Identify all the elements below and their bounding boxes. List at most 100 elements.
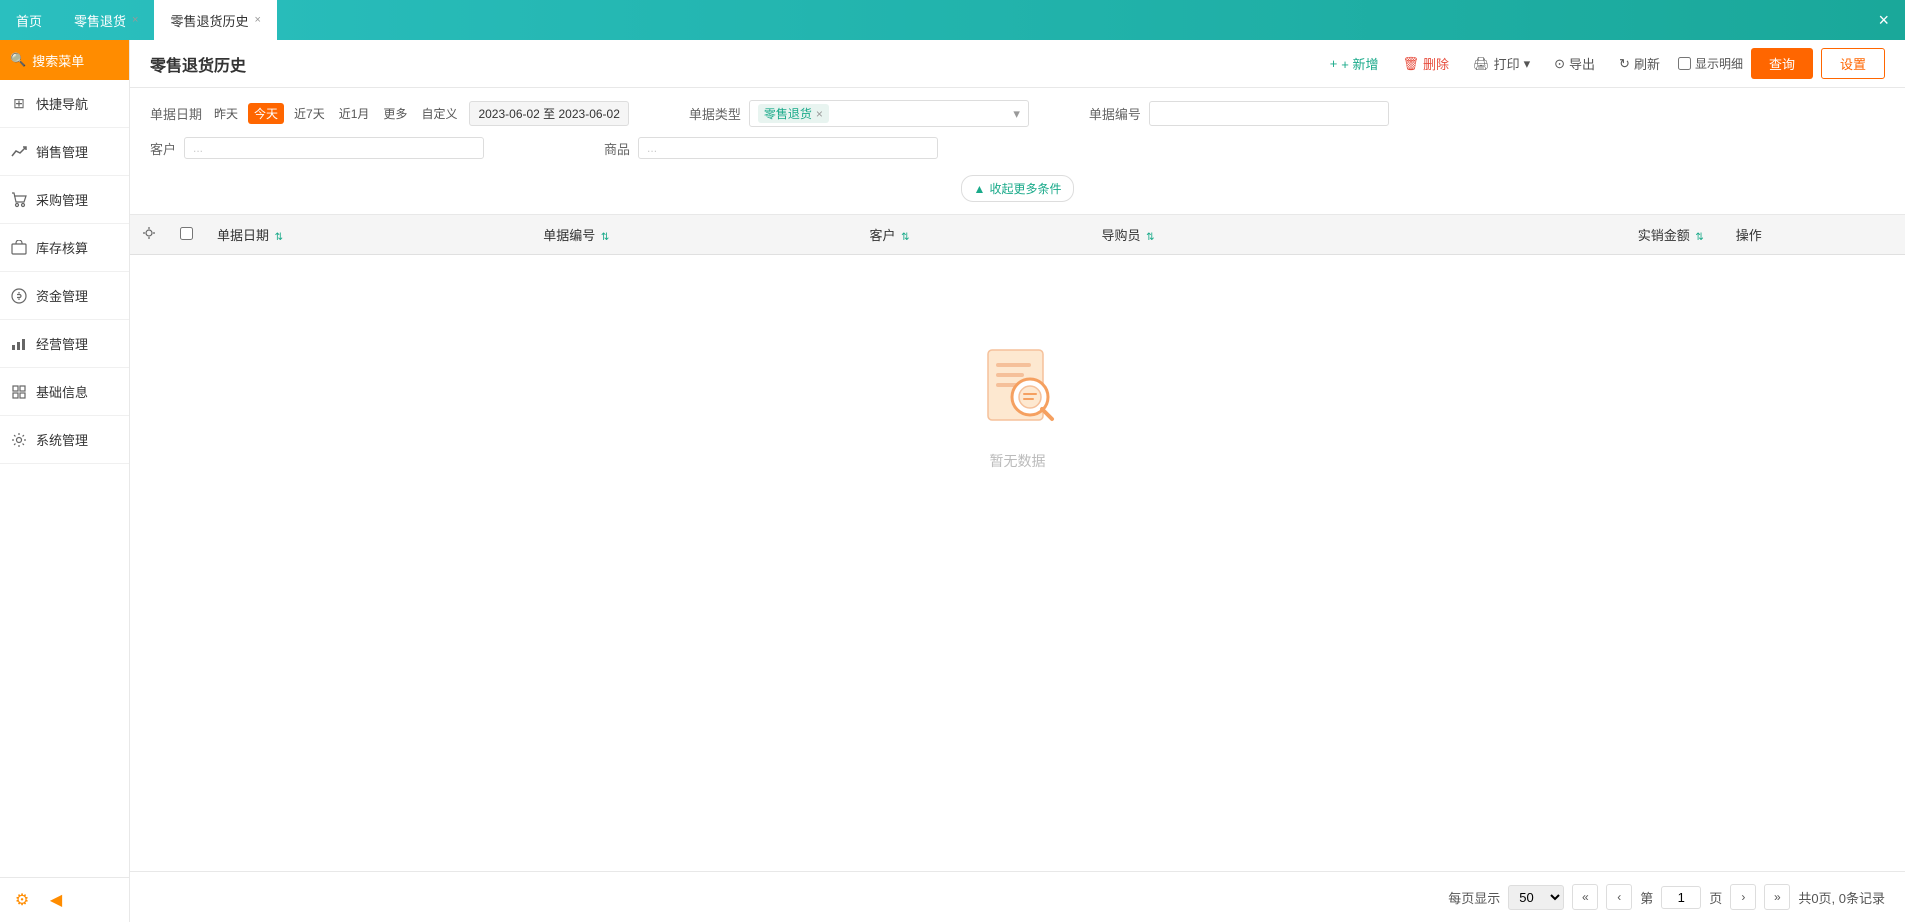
- th-doc-number[interactable]: 单据编号 ⇅: [531, 215, 857, 255]
- purchase-icon: [10, 191, 28, 209]
- delete-button[interactable]: 🗑 删除: [1397, 50, 1456, 77]
- collapse-sidebar-icon[interactable]: ◀: [44, 888, 68, 912]
- th-doc-number-sort: ⇅: [601, 232, 609, 243]
- data-table: 单据日期 ⇅ 单据编号 ⇅ 客户 ⇅: [130, 215, 1905, 255]
- operations-icon: [10, 335, 28, 353]
- sidebar-item-quick-nav[interactable]: ⊞ 快捷导航: [0, 80, 129, 128]
- tab-retail-return-history-label: 零售退货历史: [170, 11, 248, 30]
- doc-type-filter-item: 单据类型 零售退货 × ▾: [689, 100, 1029, 127]
- last-page-button[interactable]: »: [1764, 884, 1790, 910]
- sidebar-search-label: 搜索菜单: [32, 51, 84, 70]
- th-amount[interactable]: 实销金额 ⇅: [1369, 215, 1724, 255]
- refresh-label: 刷新: [1634, 54, 1660, 73]
- doc-type-label: 单据类型: [689, 104, 741, 123]
- pagination-bar: 每页显示 50 100 200 « ‹ 第 页 › » 共0页, 0条记录: [130, 871, 1905, 922]
- table-checkbox-col[interactable]: [168, 215, 205, 255]
- empty-text: 暂无数据: [990, 451, 1046, 471]
- total-label: 共0页, 0条记录: [1798, 888, 1885, 907]
- empty-icon: [968, 335, 1068, 435]
- page-size-label: 每页显示: [1448, 888, 1500, 907]
- sidebar-item-inventory[interactable]: 库存核算: [0, 224, 129, 272]
- collapse-icon: ▲: [974, 182, 986, 196]
- th-customer[interactable]: 客户 ⇅: [857, 215, 1089, 255]
- show-detail-checkbox[interactable]: [1678, 57, 1691, 70]
- next-page-button[interactable]: ›: [1730, 884, 1756, 910]
- customer-select[interactable]: ...: [184, 137, 484, 159]
- tab-retail-return-history[interactable]: 零售退货历史 ×: [154, 0, 276, 40]
- date-opt-yesterday[interactable]: 昨天: [210, 103, 242, 124]
- doc-type-select[interactable]: 零售退货 × ▾: [749, 100, 1029, 127]
- date-range-display[interactable]: 2023-06-02 至 2023-06-02: [469, 101, 628, 126]
- sidebar-item-finance[interactable]: 资金管理: [0, 272, 129, 320]
- add-button[interactable]: + + 新增: [1324, 50, 1385, 77]
- tab-retail-return-history-close[interactable]: ×: [254, 14, 260, 26]
- show-detail-label[interactable]: 显示明细: [1678, 55, 1743, 72]
- date-opt-1month[interactable]: 近1月: [335, 103, 374, 124]
- doc-type-tag-close[interactable]: ×: [816, 107, 823, 121]
- sidebar-item-system-label: 系统管理: [36, 430, 88, 449]
- tab-retail-return[interactable]: 零售退货 ×: [58, 0, 154, 40]
- date-options: 昨天 今天 近7天 近1月 更多 自定义: [210, 103, 461, 124]
- refresh-button[interactable]: ↻ 刷新: [1613, 50, 1666, 77]
- table-settings-col[interactable]: [130, 215, 168, 255]
- sidebar-item-operations[interactable]: 经营管理: [0, 320, 129, 368]
- basic-info-icon: [10, 383, 28, 401]
- delete-icon: 🗑: [1403, 56, 1420, 72]
- settings-button[interactable]: 设置: [1821, 48, 1885, 79]
- settings-bottom-icon[interactable]: ⚙: [10, 888, 34, 912]
- th-date[interactable]: 单据日期 ⇅: [205, 215, 531, 255]
- date-opt-today[interactable]: 今天: [248, 103, 284, 124]
- sidebar-item-finance-label: 资金管理: [36, 286, 88, 305]
- print-button[interactable]: 🖨 打印 ▾: [1467, 50, 1536, 77]
- query-button[interactable]: 查询: [1751, 48, 1813, 79]
- sidebar-item-basic-info-label: 基础信息: [36, 382, 88, 401]
- sidebar-item-inventory-label: 库存核算: [36, 238, 88, 257]
- window-close-button[interactable]: ×: [1862, 10, 1905, 31]
- doc-type-dropdown-arrow: ▾: [1013, 106, 1020, 122]
- collapse-filter-button[interactable]: ▲ 收起更多条件: [961, 175, 1075, 202]
- goods-select[interactable]: ...: [638, 137, 938, 159]
- date-opt-7days[interactable]: 近7天: [290, 103, 329, 124]
- sidebar-item-operations-label: 经营管理: [36, 334, 88, 353]
- sidebar-item-basic-info[interactable]: 基础信息: [0, 368, 129, 416]
- th-guide[interactable]: 导购员 ⇅: [1089, 215, 1368, 255]
- search-icon: 🔍: [10, 52, 26, 68]
- tab-retail-return-close[interactable]: ×: [132, 14, 138, 26]
- doc-number-label: 单据编号: [1089, 104, 1141, 123]
- sidebar-bottom: ⚙ ◀: [0, 877, 129, 922]
- table-settings-icon: [142, 228, 156, 243]
- customer-placeholder: ...: [193, 141, 203, 155]
- select-all-checkbox[interactable]: [180, 227, 193, 240]
- th-amount-label: 实销金额: [1638, 228, 1690, 243]
- goods-label: 商品: [604, 139, 630, 158]
- prev-page-button[interactable]: ‹: [1606, 884, 1632, 910]
- first-page-button[interactable]: «: [1572, 884, 1598, 910]
- toolbar-actions: + + 新增 🗑 删除 🖨 打印 ▾ ⊙ 导出: [1324, 50, 1743, 77]
- sidebar-item-purchase[interactable]: 采购管理: [0, 176, 129, 224]
- add-icon: +: [1330, 56, 1338, 71]
- quick-nav-icon: ⊞: [10, 95, 28, 113]
- sidebar-search[interactable]: 🔍 搜索菜单: [0, 40, 129, 80]
- date-filter-label: 单据日期: [150, 104, 202, 123]
- inventory-icon: [10, 239, 28, 257]
- sidebar-item-sales[interactable]: 销售管理: [0, 128, 129, 176]
- th-doc-number-label: 单据编号: [543, 228, 595, 243]
- sidebar-item-sales-label: 销售管理: [36, 142, 88, 161]
- page-number-input[interactable]: [1661, 886, 1701, 909]
- sidebar-item-system[interactable]: 系统管理: [0, 416, 129, 464]
- page-size-select[interactable]: 50 100 200: [1508, 885, 1564, 910]
- page-jump-label: 第: [1640, 888, 1653, 907]
- doc-type-tag: 零售退货 ×: [758, 104, 829, 123]
- system-icon: [10, 431, 28, 449]
- doc-number-input[interactable]: [1149, 101, 1389, 126]
- export-button[interactable]: ⊙ 导出: [1548, 50, 1601, 77]
- tab-list: 首页 零售退货 × 零售退货历史 ×: [0, 0, 1862, 40]
- customer-filter-item: 客户 ...: [150, 137, 484, 159]
- date-opt-more[interactable]: 更多: [379, 103, 411, 124]
- finance-icon: [10, 287, 28, 305]
- empty-state: 暂无数据: [130, 255, 1905, 551]
- tab-home[interactable]: 首页: [0, 0, 58, 40]
- add-label: + 新增: [1341, 54, 1378, 73]
- date-opt-custom[interactable]: 自定义: [417, 103, 461, 124]
- page-header: 零售退货历史 + + 新增 🗑 删除 🖨 打印 ▾: [130, 40, 1905, 88]
